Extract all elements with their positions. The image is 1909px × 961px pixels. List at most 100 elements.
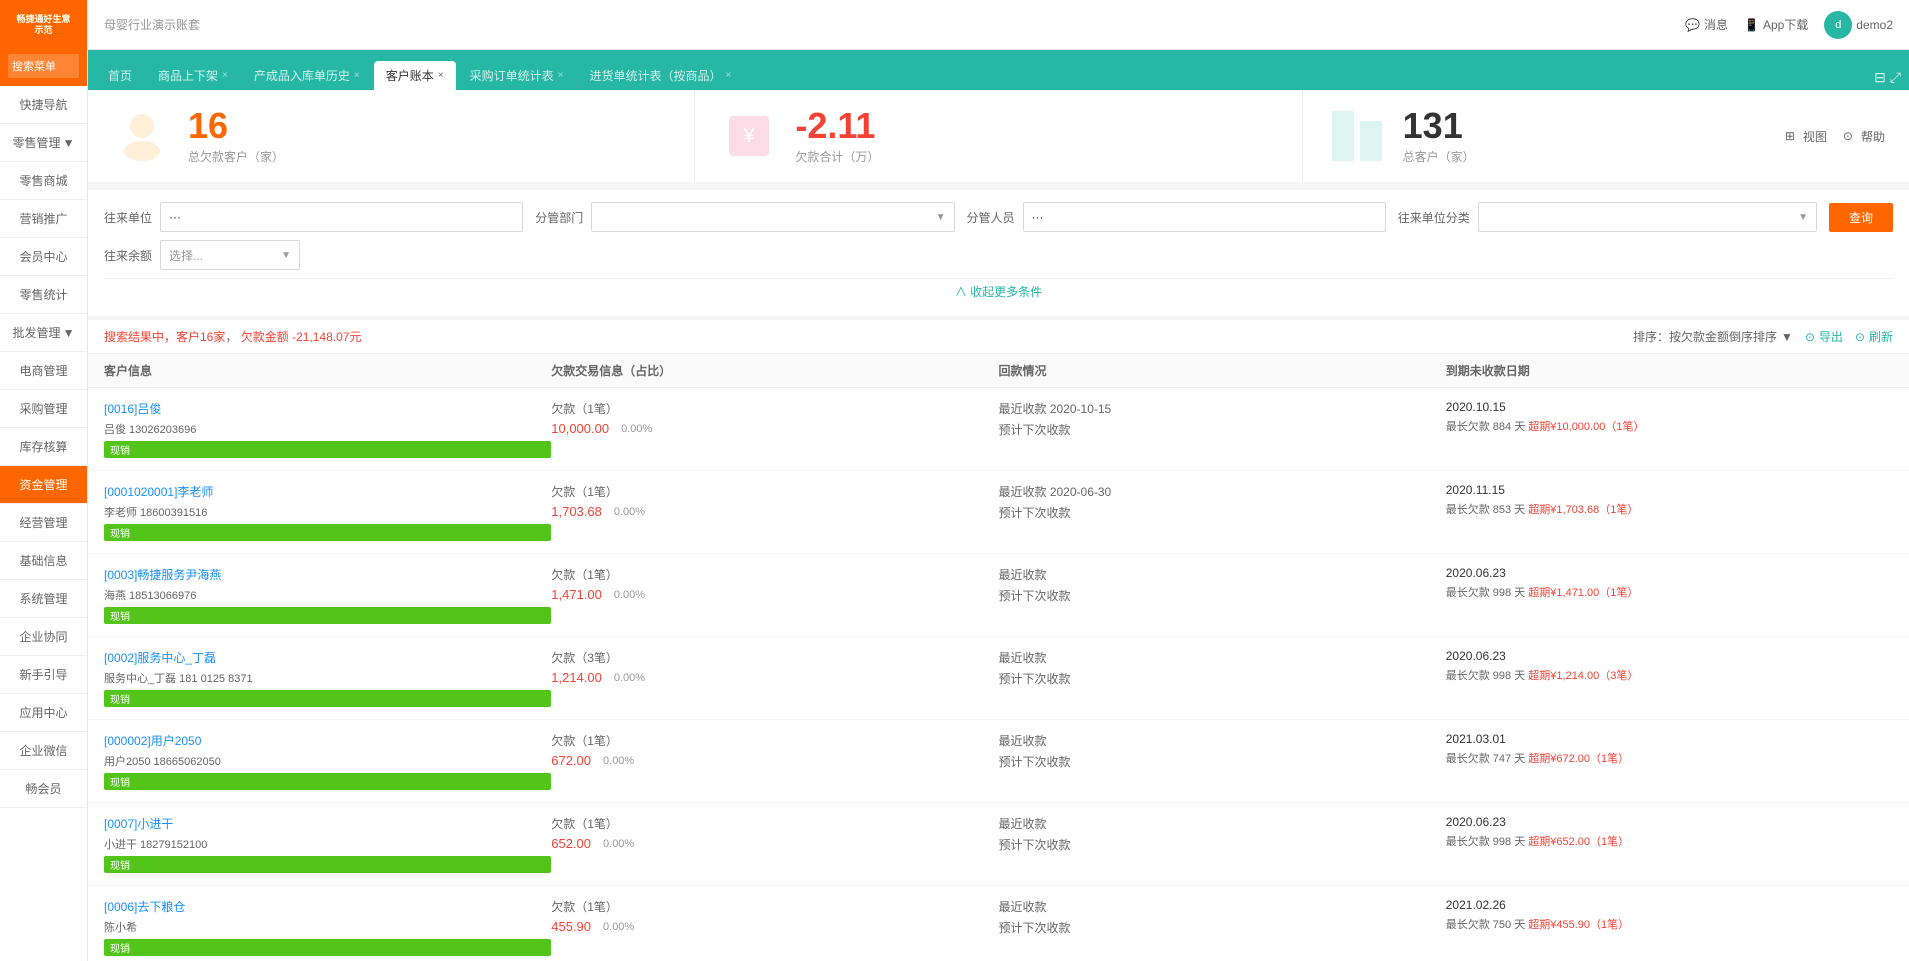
stat-label-amount: 欠款合计（万）	[795, 148, 879, 165]
filter-from-unit: 往来单位 ···	[104, 202, 523, 232]
help-label[interactable]: 帮助	[1861, 128, 1885, 145]
tab-caigoudan[interactable]: 采购订单统计表 ×	[458, 61, 576, 90]
overdue-amount-link[interactable]: 超期¥652.00（1笔）	[1528, 836, 1629, 848]
sort-selector[interactable]: 排序：按欠款金额倒序排序 ▼	[1633, 328, 1793, 345]
customer-contact: 小进干 18279152100	[104, 836, 551, 852]
sidebar-item-lingtj[interactable]: 零售统计	[0, 276, 87, 314]
sidebar-item-caigou[interactable]: 采购管理	[0, 390, 87, 428]
customer-contact: 用户2050 18665062050	[104, 753, 551, 769]
customer-name-link[interactable]: [000002]用户2050	[104, 732, 551, 749]
debt-title: 欠款（1笔）	[551, 566, 998, 583]
filter-from-input[interactable]: ···	[160, 202, 523, 232]
sidebar-item-jingying[interactable]: 经营管理	[0, 504, 87, 542]
debt-info-cell: 欠款（1笔） 672.00 0.00%	[551, 732, 998, 768]
debt-info-cell: 欠款（3笔） 1,214.00 0.00%	[551, 649, 998, 685]
payment-info-cell: 最近收款 预计下次收款	[999, 815, 1446, 853]
overdue-amount-link[interactable]: 超期¥1,471.00（1笔）	[1528, 587, 1638, 599]
svg-text:¥: ¥	[743, 125, 756, 147]
sidebar-item-xitong[interactable]: 系统管理	[0, 580, 87, 618]
customer-info-cell: [000002]用户2050 用户2050 18665062050 现销	[104, 732, 551, 790]
sidebar-item-zijin[interactable]: 资金管理	[0, 466, 87, 504]
sidebar-item-lingshaosc[interactable]: 零售商城	[0, 162, 87, 200]
view-label[interactable]: 视图	[1803, 128, 1827, 145]
table-row: [0007]小进干 小进干 18279152100 现销 欠款（1笔） 652.…	[88, 803, 1909, 886]
logo-line2: 示范	[16, 25, 70, 36]
export-button[interactable]: ⊙ 导出	[1805, 328, 1843, 345]
close-icon5[interactable]: ×	[725, 70, 731, 81]
overdue-amount-link[interactable]: 超期¥1,703.68（1笔）	[1528, 504, 1638, 516]
payment-next: 预计下次收款	[999, 421, 1446, 438]
sidebar-item-chang[interactable]: 畅会员	[0, 770, 87, 808]
table-header: 客户信息 欠款交易信息（占比） 回款情况 到期未收款日期	[88, 354, 1909, 388]
customer-name-link[interactable]: [0007]小进干	[104, 815, 551, 832]
close-icon4[interactable]: ×	[558, 70, 564, 81]
customer-name-link[interactable]: [0003]畅捷服务尹海燕	[104, 566, 551, 583]
stat-number-amount: -2.11	[795, 108, 879, 144]
customer-name-link[interactable]: [0001020001]李老师	[104, 483, 551, 500]
debt-amount: 455.90	[551, 919, 591, 934]
close-icon3[interactable]: ×	[438, 70, 444, 81]
close-icon2[interactable]: ×	[354, 70, 360, 81]
sidebar-item-qywei[interactable]: 企业微信	[0, 732, 87, 770]
sidebar-item-huiyuan[interactable]: 会员中心	[0, 238, 87, 276]
sidebar-item-kuaijie[interactable]: 快捷导航	[0, 86, 87, 124]
chevron-down-icon5: ▼	[281, 250, 291, 261]
tab-kehu[interactable]: 首页	[96, 61, 144, 90]
table-row: [0016]吕俊 吕俊 13026203696 现销 欠款（1笔） 10,000…	[88, 388, 1909, 471]
stat-icon-total	[1327, 106, 1387, 166]
collapse-btn[interactable]: ∧ 收起更多条件	[104, 278, 1893, 304]
filter-area: 往来单位 ··· 分管部门 ▼ 分管人员 ···	[88, 190, 1909, 316]
overdue-amount-link[interactable]: 超期¥10,000.00（1笔）	[1528, 421, 1644, 433]
minimize-icon[interactable]: ⊟	[1874, 69, 1886, 86]
app-download-button[interactable]: 📱 App下载	[1744, 16, 1808, 33]
close-icon[interactable]: ×	[222, 70, 228, 81]
sidebar-item-qiye[interactable]: 企业协同	[0, 618, 87, 656]
tab-label-chanjin: 产成品入库单历史	[254, 67, 350, 84]
filter-person-input[interactable]: ···	[1023, 202, 1386, 232]
sidebar-item-dianzhan[interactable]: 电商管理	[0, 352, 87, 390]
message-button[interactable]: 💬 消息	[1685, 16, 1728, 33]
sidebar-item-yingxiao[interactable]: 营销推广	[0, 200, 87, 238]
refresh-button[interactable]: ⊙ 刷新	[1855, 328, 1893, 345]
sidebar-item-kucun[interactable]: 库存核算	[0, 428, 87, 466]
debt-percent: 0.00%	[614, 672, 645, 684]
search-button[interactable]: 查询	[1829, 203, 1893, 232]
payment-next: 预计下次收款	[999, 753, 1446, 770]
debt-title: 欠款（1笔）	[551, 483, 998, 500]
overdue-days: 最长欠款 998 天 超期¥652.00（1笔）	[1446, 833, 1893, 849]
debt-info-cell: 欠款（1笔） 1,471.00 0.00%	[551, 566, 998, 602]
tab-kehuzhangben[interactable]: 客户账本 ×	[374, 61, 456, 90]
overdue-amount-link[interactable]: 超期¥455.90（1笔）	[1528, 919, 1629, 931]
sidebar-item-pifahua[interactable]: 批发管理 ▼	[0, 314, 87, 352]
filter-balance-select[interactable]: 选择... ▼	[160, 240, 300, 270]
filter-dept-select[interactable]: ▼	[591, 202, 954, 232]
debt-percent: 0.00%	[603, 755, 634, 767]
tab-chanjin[interactable]: 产成品入库单历史 ×	[242, 61, 372, 90]
payment-recent: 最近收款	[999, 815, 1446, 832]
sidebar-item-xinshou[interactable]: 新手引导	[0, 656, 87, 694]
search-menu-button[interactable]: 搜索菜单	[8, 54, 79, 78]
maximize-icon[interactable]: ⤢	[1890, 69, 1901, 86]
sidebar-item-jichu[interactable]: 基础信息	[0, 542, 87, 580]
sidebar-item-lingshouguan[interactable]: 零售管理 ▼	[0, 124, 87, 162]
filter-classify-select[interactable]: ▼	[1478, 202, 1817, 232]
payment-recent: 最近收款	[999, 898, 1446, 915]
tab-shangpin[interactable]: 商品上下架 ×	[146, 61, 240, 90]
overdue-date: 2020.06.23	[1446, 815, 1893, 829]
filter-balance-label: 往来余额	[104, 247, 152, 264]
debt-title: 欠款（1笔）	[551, 898, 998, 915]
overdue-amount-link[interactable]: 超期¥1,214.00（3笔）	[1528, 670, 1638, 682]
stat-info-amount: -2.11 欠款合计（万）	[795, 108, 879, 165]
customer-name-link[interactable]: [0002]服务中心_丁磊	[104, 649, 551, 666]
sidebar-item-yingyong[interactable]: 应用中心	[0, 694, 87, 732]
tab-jinhuo[interactable]: 进货单统计表（按商品） ×	[577, 61, 743, 90]
customer-contact: 吕俊 13026203696	[104, 421, 551, 437]
user-menu[interactable]: d demo2	[1824, 11, 1893, 39]
overdue-amount-link[interactable]: 超期¥672.00（1笔）	[1528, 753, 1629, 765]
customer-name-link[interactable]: [0006]去下粮仓	[104, 898, 551, 915]
payment-next: 预计下次收款	[999, 587, 1446, 604]
sidebar: 畅捷通好生意 示范 搜索菜单 快捷导航 零售管理 ▼ 零售商城 营销推广 会员中…	[0, 0, 88, 961]
stat-label-debtors: 总欠款客户（家）	[188, 148, 284, 165]
customer-name-link[interactable]: [0016]吕俊	[104, 400, 551, 417]
customer-info-cell: [0016]吕俊 吕俊 13026203696 现销	[104, 400, 551, 458]
